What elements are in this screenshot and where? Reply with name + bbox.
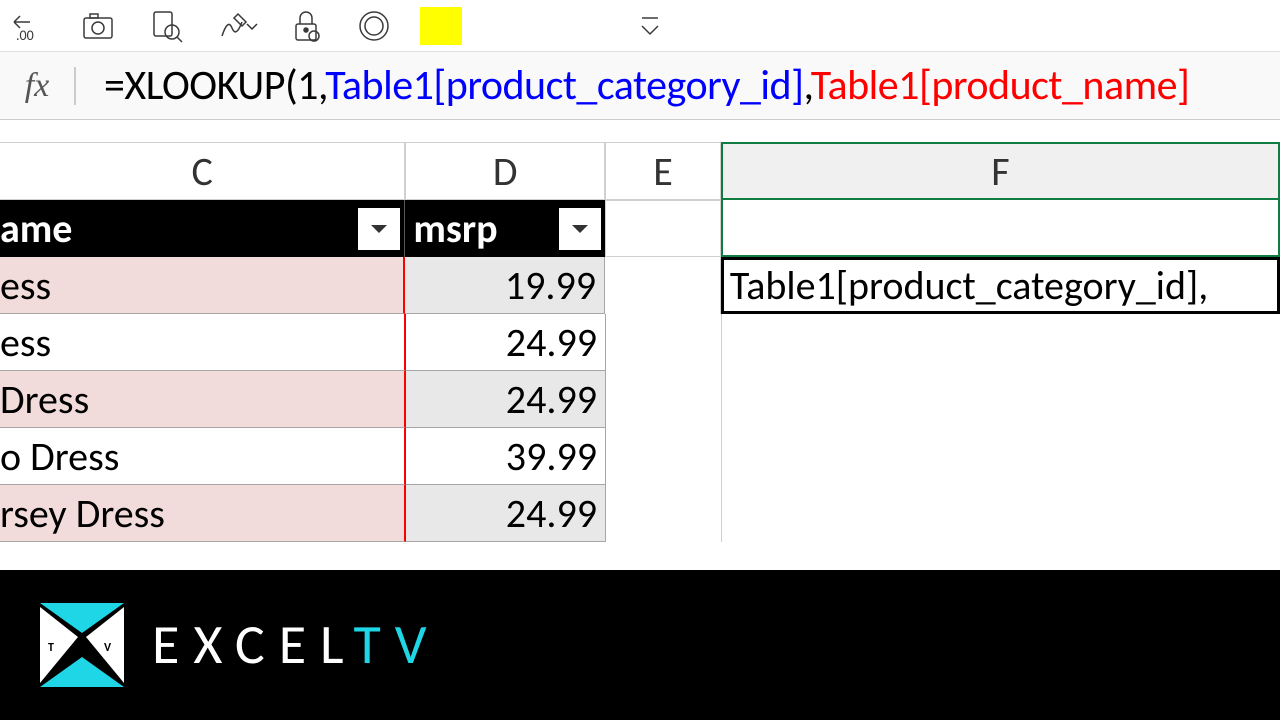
brand-text: EXCELTV (152, 611, 441, 679)
cell-f-header[interactable] (721, 200, 1280, 257)
paste-preview-icon[interactable] (144, 6, 188, 46)
table-row: ess24.99 (0, 314, 1280, 371)
lock-person-icon[interactable] (284, 6, 328, 46)
exceltv-logo-icon: T V (40, 603, 124, 687)
cell-msrp[interactable]: 24.99 (406, 371, 606, 428)
cell-e[interactable] (606, 314, 722, 371)
svg-text:T: T (48, 641, 54, 655)
table-row: Dress24.99 (0, 371, 1280, 428)
dropdown-caret-icon[interactable] (244, 18, 260, 34)
cell-name[interactable]: o Dress (0, 428, 406, 485)
shape-circle-icon[interactable] (352, 6, 396, 46)
table-header-row: ame msrp (0, 200, 1280, 257)
fx-label[interactable]: fx (0, 67, 76, 105)
overflow-icon[interactable] (628, 6, 672, 46)
column-headers: C D E F (0, 142, 1280, 200)
cell-name[interactable]: ess (0, 314, 406, 371)
table-row: o Dress39.99 (0, 428, 1280, 485)
cell-e[interactable] (606, 428, 722, 485)
footer-banner: T V EXCELTV (0, 570, 1280, 720)
cell-e[interactable] (606, 371, 722, 428)
filter-button-name[interactable] (358, 208, 400, 250)
cell-name[interactable]: Dress (0, 371, 406, 428)
camera-icon[interactable] (76, 6, 120, 46)
table-row: rsey Dress24.99 (0, 485, 1280, 542)
col-header-f[interactable]: F (721, 142, 1280, 200)
svg-text:.00: .00 (16, 27, 34, 44)
cell-name[interactable]: ess (0, 257, 405, 314)
decrease-decimal-icon[interactable]: .00 (8, 6, 52, 46)
cell-e-header[interactable] (605, 200, 721, 257)
cell-msrp[interactable]: 39.99 (406, 428, 606, 485)
toolbar: .00 (0, 0, 1280, 52)
filter-button-msrp[interactable] (559, 208, 601, 250)
cell-e[interactable] (606, 485, 722, 542)
table-header-name: ame (0, 200, 405, 257)
fill-color-swatch[interactable] (420, 7, 462, 45)
col-header-c[interactable]: C (0, 142, 405, 200)
formula-bar: fx =XLOOKUP(1,Table1[product_category_id… (0, 52, 1280, 120)
table-header-msrp: msrp (405, 200, 605, 257)
formula-input[interactable]: =XLOOKUP(1,Table1[product_category_id],T… (76, 60, 1189, 111)
table-row: ess19.99 Table1[product_category_id], (0, 257, 1280, 314)
spreadsheet-grid: C D E F ame msrp ess19.99 Table1[product_… (0, 142, 1280, 542)
col-header-e[interactable]: E (605, 142, 721, 200)
cell-msrp[interactable]: 19.99 (405, 257, 605, 314)
col-header-d[interactable]: D (405, 142, 605, 200)
active-cell-f[interactable]: Table1[product_category_id], (721, 257, 1280, 314)
cell-e[interactable] (605, 257, 721, 314)
cell-msrp[interactable]: 24.99 (406, 485, 606, 542)
cell-name[interactable]: rsey Dress (0, 485, 406, 542)
svg-text:V: V (104, 641, 112, 655)
cell-msrp[interactable]: 24.99 (406, 314, 606, 371)
